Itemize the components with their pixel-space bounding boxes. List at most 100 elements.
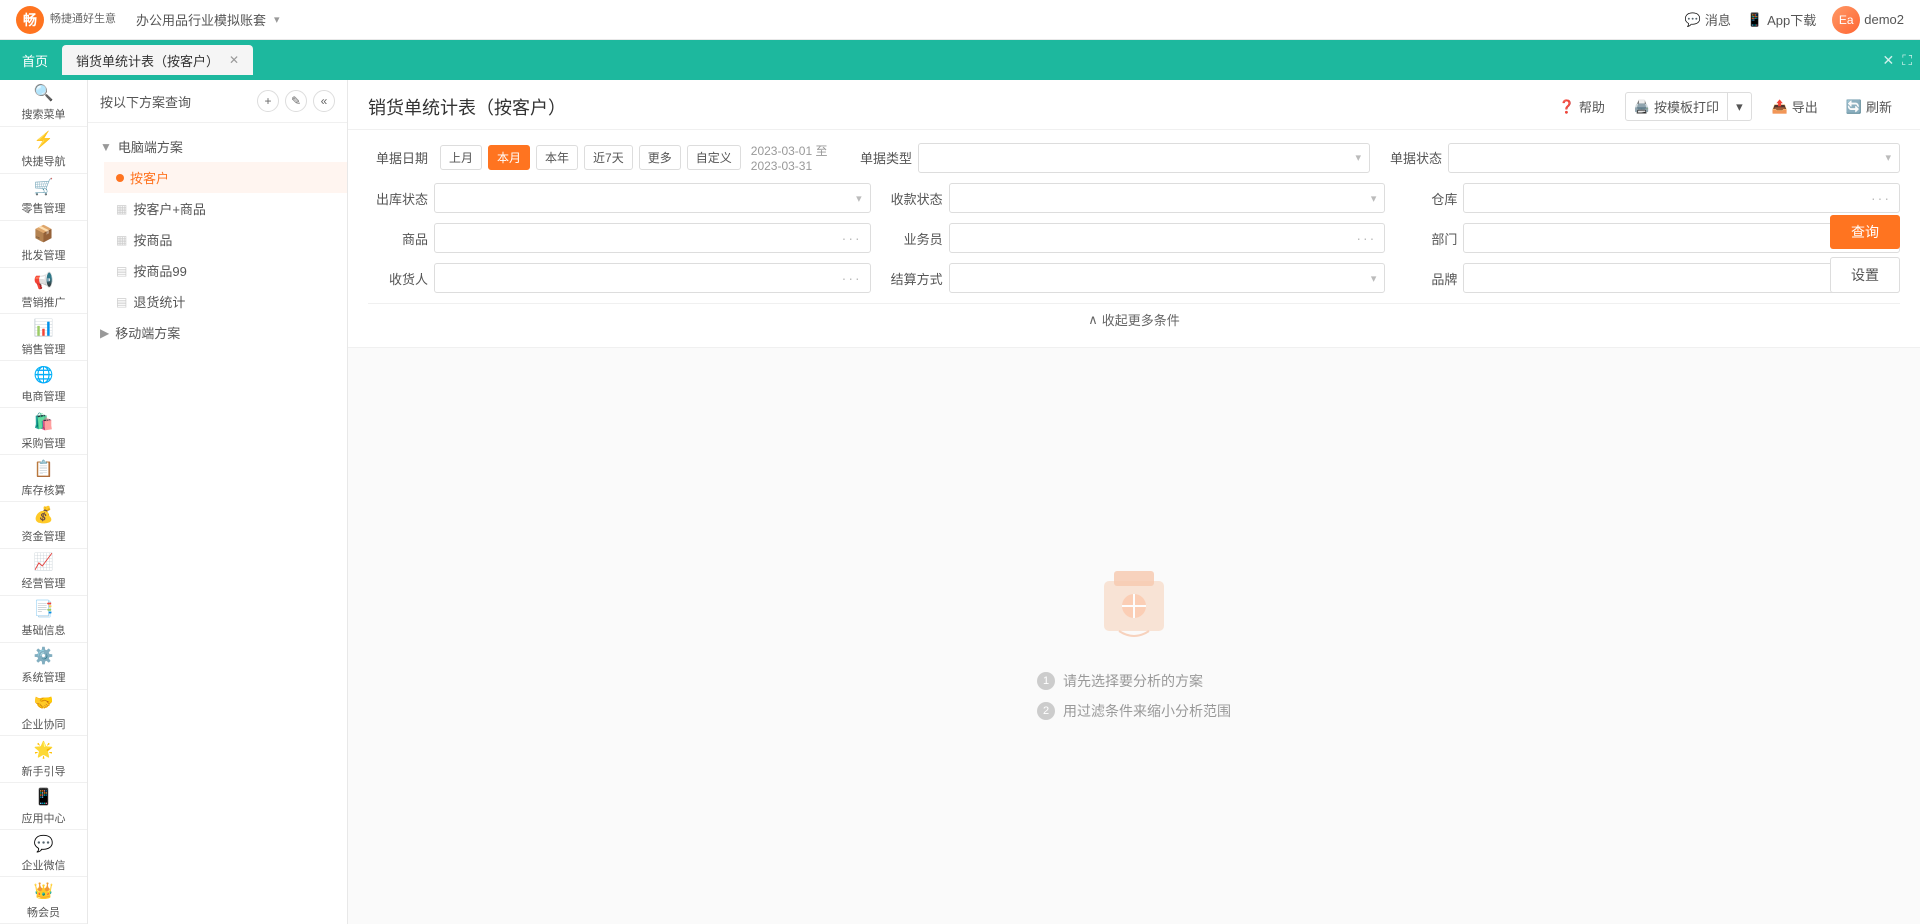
user-menu[interactable]: Ea demo2 [1832, 6, 1904, 34]
base-icon: 📑 [34, 599, 54, 619]
app-download-btn[interactable]: 📱 App下载 [1747, 10, 1816, 29]
refresh-label: 刷新 [1866, 97, 1892, 116]
appcenter-icon: 📱 [34, 787, 54, 807]
filter-area: 单据日期 上月 本月 本年 近7天 更多 自定义 2023-03-01 至 20… [348, 130, 1920, 348]
refresh-btn[interactable]: 🔄 刷新 [1838, 93, 1900, 120]
sidebar-item-purchase[interactable]: 🛍️ 采购管理 [0, 408, 87, 455]
settings-btn[interactable]: 设置 [1830, 257, 1900, 293]
scheme-by-customer[interactable]: 按客户 [104, 162, 347, 193]
collapse-label: 收起更多条件 [1102, 310, 1180, 329]
sidebar-item-newbie[interactable]: 🌟 新手引导 [0, 736, 87, 783]
receipt-status-field[interactable]: ▾ [949, 183, 1386, 213]
system-dropdown-icon[interactable]: ▾ [274, 13, 280, 26]
user-name: demo2 [1864, 12, 1904, 27]
empty-tip-2: 2 用过滤条件来缩小分析范围 [1037, 701, 1231, 721]
user-avatar: Ea [1832, 6, 1860, 34]
sidebar-item-appcenter[interactable]: 📱 应用中心 [0, 783, 87, 830]
salesperson-field[interactable]: ··· [949, 223, 1386, 253]
refresh-icon: 🔄 [1846, 99, 1862, 115]
window-maximize-icon[interactable]: ⛶ [1902, 52, 1912, 69]
add-scheme-btn[interactable]: + [257, 90, 279, 112]
date-btn-group: 上月 本月 本年 近7天 更多 自定义 2023-03-01 至 2023-03… [440, 142, 840, 173]
sidebar-item-quick-nav[interactable]: ⚡ 快捷导航 [0, 127, 87, 174]
sidebar-item-search-menu[interactable]: 🔍 搜索菜单 [0, 80, 87, 127]
tab-sales-stat[interactable]: 销货单统计表（按客户） ✕ [62, 45, 253, 75]
scheme-by-goods99-label: 按商品99 [133, 261, 186, 280]
salesperson-dots-icon: ··· [1356, 230, 1376, 246]
scheme-by-goods[interactable]: ▦ 按商品 [104, 224, 347, 255]
page-title: 销货单统计表（按客户） [368, 94, 566, 120]
scheme-return-stat-label: 退货统计 [133, 292, 185, 311]
tab-home[interactable]: 首页 [8, 45, 62, 75]
settlement-arrow-icon: ▾ [1371, 272, 1377, 285]
sidebar-item-sys[interactable]: ⚙️ 系统管理 [0, 643, 87, 690]
sidebar-item-base[interactable]: 📑 基础信息 [0, 596, 87, 643]
collapse-more-btn[interactable]: ∧ 收起更多条件 [368, 303, 1900, 335]
out-status-label: 出库状态 [368, 189, 428, 208]
date-btn-custom[interactable]: 自定义 [687, 145, 741, 170]
print-icon: 🖨️ [1634, 99, 1650, 115]
sidebar-item-ecom[interactable]: 🌐 电商管理 [0, 361, 87, 408]
filter-row-4: 收货人 ··· 结算方式 ▾ 品牌 [368, 263, 1900, 293]
sidebar-purchase-label: 采购管理 [22, 435, 66, 451]
mobile-scheme-node[interactable]: ▶ 移动端方案 [88, 317, 347, 348]
sys-icon: ⚙️ [34, 646, 54, 666]
receiver-field[interactable]: ··· [434, 263, 871, 293]
sidebar-item-finance[interactable]: 💰 资金管理 [0, 502, 87, 549]
enterprise-icon: 🤝 [34, 693, 54, 713]
goods-label: 商品 [368, 229, 428, 248]
settlement-field[interactable]: ▾ [949, 263, 1386, 293]
warehouse-field[interactable]: ··· [1463, 183, 1900, 213]
wechat-icon: 💬 [34, 834, 54, 854]
date-btn-more[interactable]: 更多 [639, 145, 681, 170]
order-type-arrow-icon: ▾ [1355, 151, 1361, 164]
sidebar-item-ops[interactable]: 📈 经营管理 [0, 549, 87, 596]
scheme-return-stat[interactable]: ▤ 退货统计 [104, 286, 347, 317]
template-print-btn[interactable]: 🖨️ 按模板打印 [1626, 93, 1728, 120]
tab-close-icon[interactable]: ✕ [229, 53, 239, 67]
tab-sales-stat-label: 销货单统计表（按客户） [76, 51, 219, 70]
date-btn-this-month[interactable]: 本月 [488, 145, 530, 170]
ecom-icon: 🌐 [34, 365, 54, 385]
date-btn-this-year[interactable]: 本年 [536, 145, 578, 170]
help-btn[interactable]: ❓ 帮助 [1551, 93, 1613, 120]
tip-num-1: 1 [1037, 672, 1055, 690]
sidebar: 🔍 搜索菜单 ⚡ 快捷导航 🛒 零售管理 📦 批发管理 📢 营销推广 📊 销售管… [0, 80, 88, 924]
date-btn-last-month[interactable]: 上月 [440, 145, 482, 170]
desktop-scheme-node[interactable]: ▼ 电脑端方案 [88, 131, 347, 162]
sidebar-enterprise-label: 企业协同 [22, 716, 66, 732]
window-close-icon[interactable]: ✕ [1882, 52, 1894, 69]
collapse-panel-btn[interactable]: « [313, 90, 335, 112]
sidebar-item-enterprise[interactable]: 🤝 企业协同 [0, 690, 87, 737]
order-type-field[interactable]: ▾ [918, 143, 1370, 173]
bar-icon-1: ▤ [116, 264, 127, 278]
query-btn[interactable]: 查询 [1830, 215, 1900, 249]
date-label: 单据日期 [368, 148, 428, 167]
search-icon: 🔍 [34, 83, 54, 103]
export-btn[interactable]: 📤 导出 [1764, 93, 1826, 120]
sidebar-item-marketing[interactable]: 📢 营销推广 [0, 268, 87, 315]
tab-bar: 首页 销货单统计表（按客户） ✕ ✕ ⛶ [0, 40, 1920, 80]
sidebar-item-sales[interactable]: 📊 销售管理 [0, 314, 87, 361]
sidebar-item-retail[interactable]: 🛒 零售管理 [0, 174, 87, 221]
scheme-by-goods99[interactable]: ▤ 按商品99 [104, 255, 347, 286]
date-btn-7days[interactable]: 近7天 [584, 145, 633, 170]
page-header: 销货单统计表（按客户） ❓ 帮助 🖨️ 按模板打印 ▾ 📤 [348, 80, 1920, 130]
warehouse-dots-icon: ··· [1871, 190, 1891, 206]
message-btn[interactable]: 💬 消息 [1685, 10, 1731, 29]
sidebar-item-member[interactable]: 👑 畅会员 [0, 877, 87, 924]
sidebar-item-wholesale[interactable]: 📦 批发管理 [0, 221, 87, 268]
template-print-dropdown[interactable]: ▾ [1728, 95, 1751, 119]
sidebar-item-wechat[interactable]: 💬 企业微信 [0, 830, 87, 877]
empty-tips: 1 请先选择要分析的方案 2 用过滤条件来缩小分析范围 [1037, 671, 1231, 721]
out-status-field[interactable]: ▾ [434, 183, 871, 213]
window-controls: ✕ ⛶ [1882, 52, 1912, 69]
sidebar-item-inventory[interactable]: 📋 库存核算 [0, 455, 87, 502]
goods-field[interactable]: ··· [434, 223, 871, 253]
order-status-field[interactable]: ▾ [1448, 143, 1900, 173]
purchase-icon: 🛍️ [34, 412, 54, 432]
edit-scheme-btn[interactable]: ✎ [285, 90, 307, 112]
help-label: 帮助 [1579, 97, 1605, 116]
scheme-by-customer-goods[interactable]: ▦ 按客户+商品 [104, 193, 347, 224]
active-dot-icon [116, 174, 124, 182]
